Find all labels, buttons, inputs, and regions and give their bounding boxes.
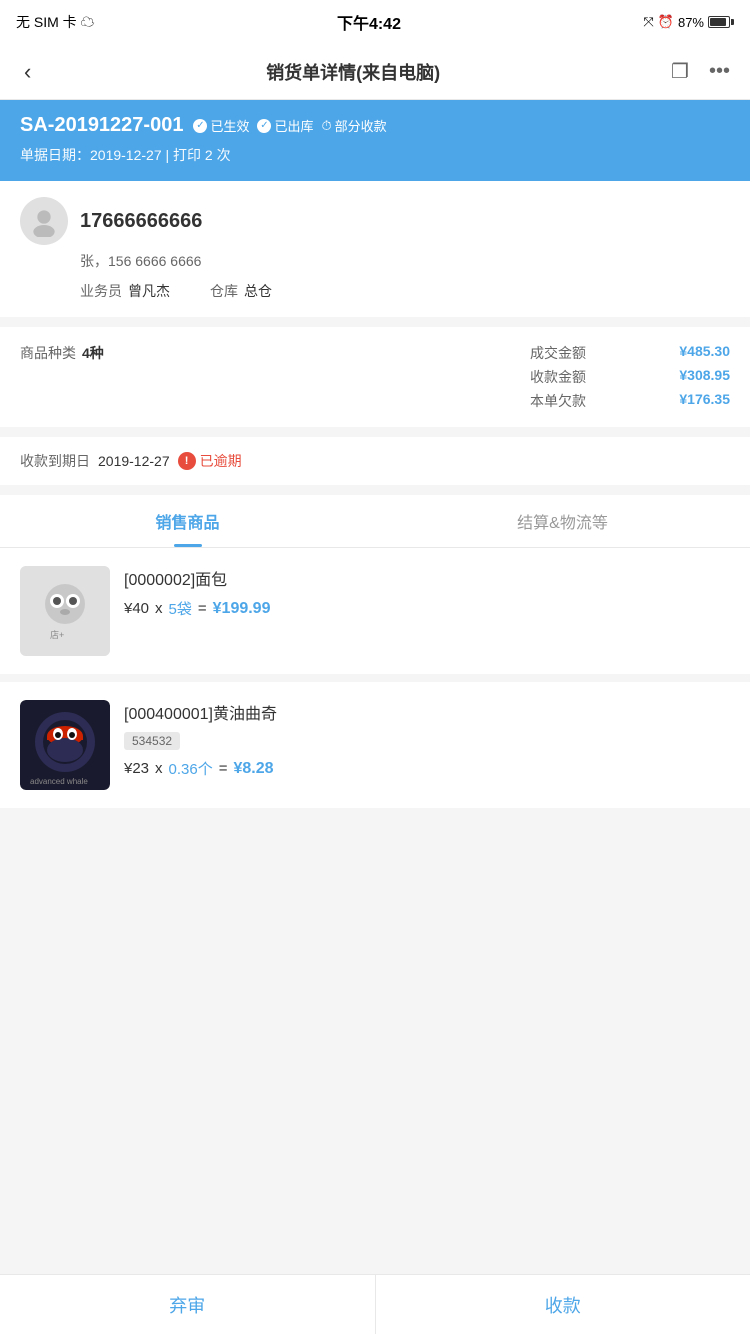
status-left: 无 SIM 卡 ☁	[16, 12, 95, 32]
overdue-text: 已逾期	[200, 451, 242, 471]
order-header: SA-20191227-001 ✓ 已生效 ✓ 已出库 ⏱ 部分收款 单据日期：…	[0, 100, 750, 181]
due-date-value: 2019-12-27	[98, 453, 170, 469]
price-base-2: ¥23	[124, 760, 149, 777]
tab-settlement[interactable]: 结算&物流等	[375, 495, 750, 547]
product-name-1: [0000002]面包	[124, 566, 730, 590]
customer-section: 17666666666 张，156 6666 6666 业务员 曾凡杰 仓库 总…	[0, 181, 750, 317]
payment-button[interactable]: 收款	[375, 1275, 750, 1334]
badge-shipped: ✓ 已出库	[257, 116, 313, 135]
page-title: 销货单详情(来自电脑)	[266, 59, 440, 85]
product-thumb-1: 店+	[20, 566, 110, 656]
status-bar: 无 SIM 卡 ☁ 下午4:42 ⤧ ⏰ 87%	[0, 0, 750, 44]
price-total-2: ¥8.28	[234, 760, 274, 778]
location-icon: ⤧	[643, 14, 653, 30]
price-base-1: ¥40	[124, 600, 149, 617]
badge-partial: ⏱ 部分收款	[322, 116, 387, 135]
received-value: ¥308.95	[679, 367, 730, 387]
due-label: 收款到期日	[20, 451, 90, 471]
sales-value: 曾凡杰	[128, 281, 170, 301]
more-button[interactable]: •••	[705, 56, 734, 87]
product-item-2: advanced whale [000400001]黄油曲奇 534532 ¥2…	[0, 682, 750, 816]
price-qty-1: 5袋	[169, 598, 192, 619]
svg-text:店+: 店+	[50, 629, 64, 640]
alarm-icon: ⏰	[658, 14, 674, 30]
svg-text:advanced whale: advanced whale	[30, 777, 88, 786]
status-time: 下午4:42	[337, 10, 401, 34]
order-date-line: 单据日期：2019-12-27 | 打印 2 次	[20, 145, 730, 165]
type-label: 商品种类	[20, 343, 76, 363]
price-total-1: ¥199.99	[213, 600, 271, 618]
stats-section: 商品种类 4种 成交金额 ¥485.30 收款金额 ¥308.95 本单欠款 ¥…	[0, 327, 750, 427]
customer-sub-info: 张，156 6666 6666	[80, 251, 730, 271]
badge-effective: ✓ 已生效	[193, 116, 249, 135]
product-thumb-2: advanced whale	[20, 700, 110, 790]
owed-value: ¥176.35	[679, 391, 730, 411]
product-type-stats: 商品种类 4种	[20, 343, 104, 363]
price-equals-2: =	[219, 760, 228, 777]
amount-stats: 成交金额 ¥485.30 收款金额 ¥308.95 本单欠款 ¥176.35	[530, 343, 730, 411]
back-button[interactable]: ‹	[16, 51, 39, 93]
price-qty-2: 0.36个	[169, 758, 213, 779]
price-equals-1: =	[198, 600, 207, 617]
type-value: 4种	[82, 343, 104, 363]
order-badges: ✓ 已生效 ✓ 已出库 ⏱ 部分收款	[193, 116, 386, 135]
bottom-bar: 弃审 收款	[0, 1274, 750, 1334]
status-right: ⤧ ⏰ 87%	[643, 14, 734, 30]
share-button[interactable]: ❐	[667, 55, 693, 88]
product-info-1: [0000002]面包 ¥40 x 5袋 = ¥199.99	[124, 566, 730, 619]
received-label: 收款金额	[530, 367, 586, 387]
battery-icon	[708, 16, 734, 28]
overdue-badge: ! 已逾期	[178, 451, 242, 471]
price-multiply-1: x	[155, 600, 163, 617]
sim-status: 无 SIM 卡 ☁	[16, 12, 95, 32]
product-list: 店+ [0000002]面包 ¥40 x 5袋 = ¥199.99	[0, 548, 750, 816]
order-number: SA-20191227-001	[20, 114, 183, 137]
product-info-2: [000400001]黄油曲奇 534532 ¥23 x 0.36个 = ¥8.…	[124, 700, 730, 779]
customer-meta: 业务员 曾凡杰 仓库 总仓	[80, 281, 730, 301]
warehouse-label: 仓库	[210, 281, 238, 301]
check-icon-1: ✓	[193, 119, 207, 133]
owed-label: 本单欠款	[530, 391, 586, 411]
product-name-2: [000400001]黄油曲奇	[124, 700, 730, 724]
product-price-1: ¥40 x 5袋 = ¥199.99	[124, 598, 730, 619]
check-icon-2: ✓	[257, 119, 271, 133]
product-item-1: 店+ [0000002]面包 ¥40 x 5袋 = ¥199.99	[0, 548, 750, 682]
amount-value: ¥485.30	[679, 343, 730, 363]
tab-sales-products[interactable]: 销售商品	[0, 495, 375, 547]
sales-label: 业务员	[80, 281, 122, 301]
overdue-icon: !	[178, 452, 196, 470]
warehouse-value: 总仓	[244, 281, 272, 301]
nav-actions: ❐ •••	[667, 55, 734, 88]
customer-avatar	[20, 197, 68, 245]
due-date-section: 收款到期日 2019-12-27 ! 已逾期	[0, 437, 750, 485]
battery-percent: 87%	[678, 15, 704, 30]
amount-label: 成交金额	[530, 343, 586, 363]
price-multiply-2: x	[155, 760, 163, 777]
product-sku-2: 534532	[124, 732, 180, 750]
tabs-section: 销售商品 结算&物流等	[0, 495, 750, 548]
nav-bar: ‹ 销货单详情(来自电脑) ❐ •••	[0, 44, 750, 100]
clock-icon: ⏱	[322, 118, 332, 134]
product-price-2: ¥23 x 0.36个 = ¥8.28	[124, 758, 730, 779]
customer-id: 17666666666	[80, 210, 202, 233]
cancel-review-button[interactable]: 弃审	[0, 1275, 375, 1334]
